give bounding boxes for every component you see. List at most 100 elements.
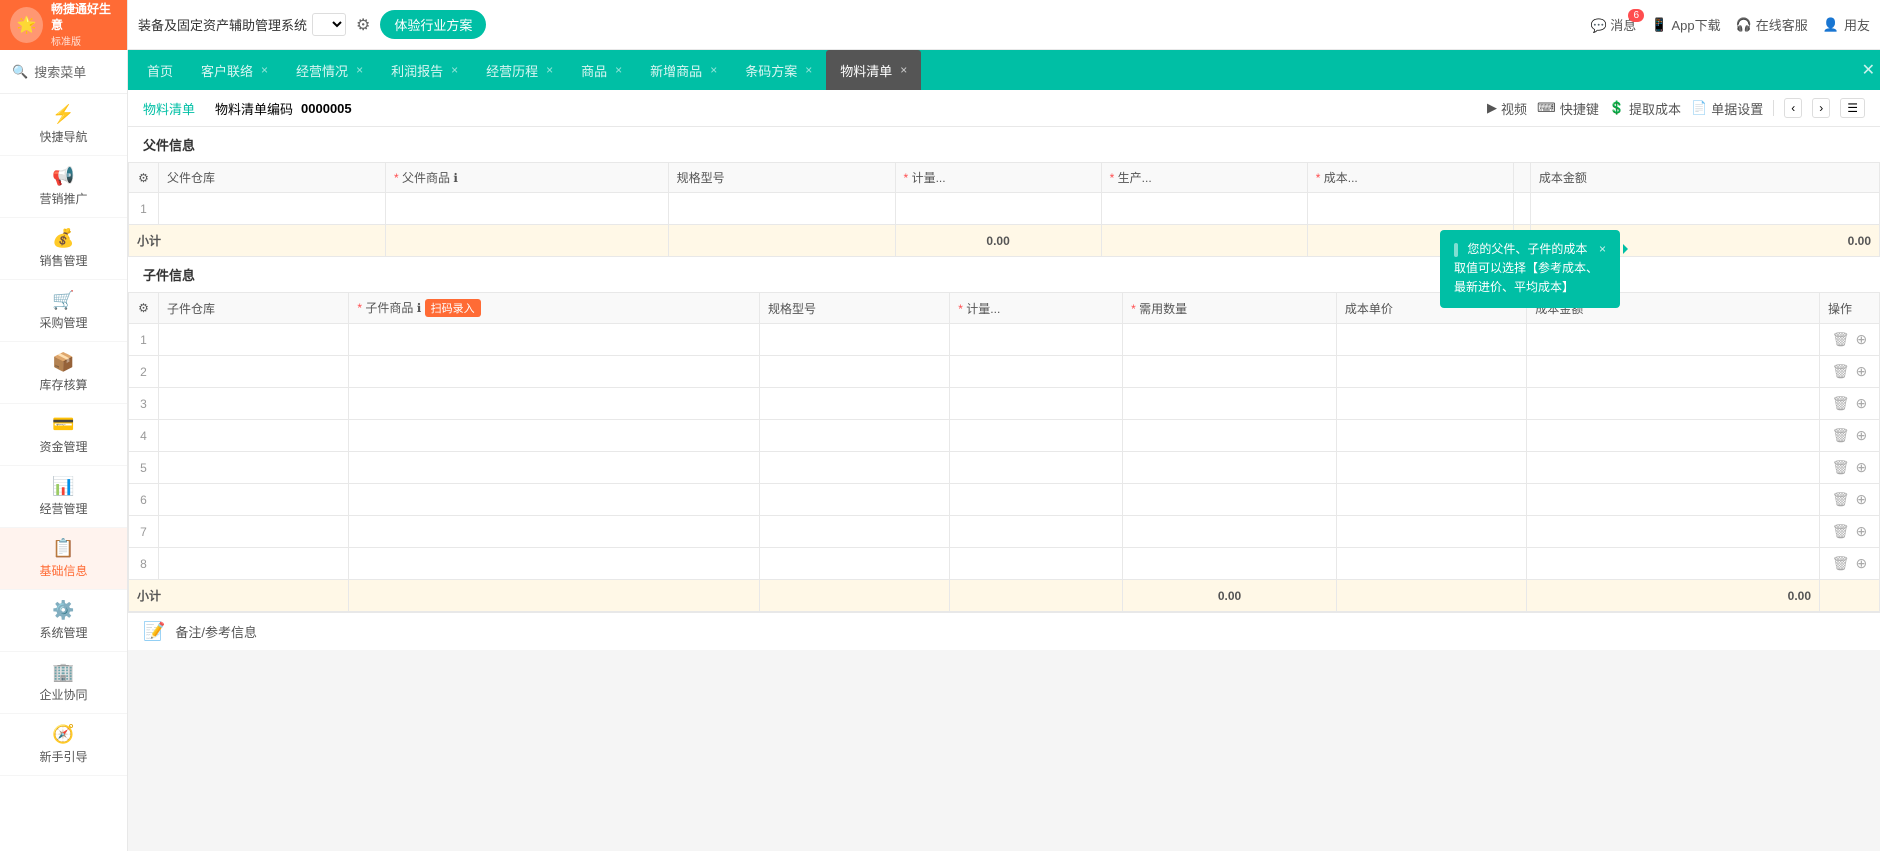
copy-icon-2[interactable]: ⊕ — [1856, 363, 1868, 380]
child-unitcost-cell-3[interactable] — [1336, 388, 1526, 420]
tab-operations[interactable]: 经营情况 × — [282, 50, 377, 90]
child-product-cell-1[interactable] — [349, 324, 760, 356]
child-amount-cell-3[interactable] — [1527, 388, 1820, 420]
child-unit-cell-3[interactable] — [950, 388, 1123, 420]
sidebar-item-marketing[interactable]: 📢 营销推广 — [0, 156, 127, 218]
child-warehouse-cell-1[interactable] — [159, 324, 349, 356]
delete-icon-8[interactable]: 🗑 — [1832, 555, 1850, 572]
child-quantity-cell-5[interactable] — [1123, 452, 1337, 484]
child-product-cell-5[interactable] — [349, 452, 760, 484]
child-unit-cell-7[interactable] — [950, 516, 1123, 548]
settings-button[interactable]: 📄 单据设置 — [1691, 99, 1763, 118]
shortcut-button[interactable]: ⌨ 快捷键 — [1537, 99, 1599, 118]
next-button[interactable]: › — [1812, 98, 1830, 118]
copy-icon-3[interactable]: ⊕ — [1856, 395, 1868, 412]
video-button[interactable]: ▶ 视频 — [1487, 99, 1527, 118]
parent-product-cell[interactable] — [385, 193, 668, 225]
sidebar-item-operation[interactable]: 📊 经营管理 — [0, 466, 127, 528]
search-menu-button[interactable]: 🔍 搜索菜单 — [8, 58, 119, 85]
close-all-tabs-button[interactable]: ✕ — [1862, 60, 1875, 80]
child-amount-cell-7[interactable] — [1527, 516, 1820, 548]
child-warehouse-cell-7[interactable] — [159, 516, 349, 548]
cost-button[interactable]: 💲 提取成本 — [1609, 99, 1681, 118]
tab-bom-close[interactable]: × — [900, 63, 907, 77]
tooltip-close-button[interactable]: × — [1599, 240, 1606, 259]
child-spec-cell-2[interactable] — [759, 356, 949, 388]
child-spec-cell-7[interactable] — [759, 516, 949, 548]
child-product-cell-6[interactable] — [349, 484, 760, 516]
child-unit-cell-2[interactable] — [950, 356, 1123, 388]
tab-products[interactable]: 商品 × — [567, 50, 636, 90]
child-unit-cell-1[interactable] — [950, 324, 1123, 356]
child-amount-cell-4[interactable] — [1527, 420, 1820, 452]
child-quantity-cell-2[interactable] — [1123, 356, 1337, 388]
sidebar-item-guide[interactable]: 🧭 新手引导 — [0, 714, 127, 776]
child-unitcost-cell-4[interactable] — [1336, 420, 1526, 452]
child-amount-cell-8[interactable] — [1527, 548, 1820, 580]
child-unit-cell-6[interactable] — [950, 484, 1123, 516]
child-spec-cell-5[interactable] — [759, 452, 949, 484]
sidebar-item-basic[interactable]: 📋 基础信息 — [0, 528, 127, 590]
tab-home[interactable]: 首页 — [133, 50, 187, 90]
delete-icon-6[interactable]: 🗑 — [1832, 491, 1850, 508]
parent-amount-cell[interactable] — [1530, 193, 1879, 225]
child-product-cell-2[interactable] — [349, 356, 760, 388]
child-warehouse-cell-5[interactable] — [159, 452, 349, 484]
delete-icon-4[interactable]: 🗑 — [1832, 427, 1850, 444]
child-warehouse-cell-4[interactable] — [159, 420, 349, 452]
child-spec-cell-1[interactable] — [759, 324, 949, 356]
parent-cost-cell[interactable] — [1307, 193, 1513, 225]
delete-icon-7[interactable]: 🗑 — [1832, 523, 1850, 540]
child-amount-cell-6[interactable] — [1527, 484, 1820, 516]
child-col-settings[interactable]: ⚙ — [129, 293, 159, 324]
tab-new-product-close[interactable]: × — [710, 63, 717, 77]
child-unitcost-cell-6[interactable] — [1336, 484, 1526, 516]
child-unit-cell-5[interactable] — [950, 452, 1123, 484]
tab-history[interactable]: 经营历程 × — [472, 50, 567, 90]
scan-badge[interactable]: 扫码录入 — [425, 299, 481, 317]
child-unitcost-cell-1[interactable] — [1336, 324, 1526, 356]
parent-unit-cell[interactable] — [895, 193, 1101, 225]
copy-icon-6[interactable]: ⊕ — [1856, 491, 1868, 508]
copy-icon-8[interactable]: ⊕ — [1856, 555, 1868, 572]
sidebar-item-system[interactable]: ⚙️ 系统管理 — [0, 590, 127, 652]
child-quantity-cell-4[interactable] — [1123, 420, 1337, 452]
tab-profit[interactable]: 利润报告 × — [377, 50, 472, 90]
child-product-cell-3[interactable] — [349, 388, 760, 420]
child-product-cell-7[interactable] — [349, 516, 760, 548]
parent-production-cell[interactable] — [1101, 193, 1307, 225]
child-unitcost-cell-7[interactable] — [1336, 516, 1526, 548]
copy-icon-4[interactable]: ⊕ — [1856, 427, 1868, 444]
system-select[interactable] — [312, 13, 346, 36]
tab-operations-close[interactable]: × — [356, 63, 363, 77]
child-spec-cell-8[interactable] — [759, 548, 949, 580]
service-button[interactable]: 🎧 在线客服 — [1736, 15, 1808, 34]
app-download-button[interactable]: 📱 App下载 — [1651, 15, 1720, 34]
copy-icon-1[interactable]: ⊕ — [1856, 331, 1868, 348]
tab-products-close[interactable]: × — [615, 63, 622, 77]
tab-barcode-close[interactable]: × — [805, 63, 812, 77]
user-button[interactable]: 👤 用友 — [1823, 15, 1870, 34]
tab-barcode[interactable]: 条码方案 × — [731, 50, 826, 90]
sidebar-item-sales[interactable]: 💰 销售管理 — [0, 218, 127, 280]
child-unit-cell-8[interactable] — [950, 548, 1123, 580]
list-view-button[interactable]: ☰ — [1840, 98, 1865, 118]
settings-icon[interactable]: ⚙ — [356, 15, 370, 35]
copy-icon-5[interactable]: ⊕ — [1856, 459, 1868, 476]
child-warehouse-cell-3[interactable] — [159, 388, 349, 420]
tab-history-close[interactable]: × — [546, 63, 553, 77]
child-quantity-cell-3[interactable] — [1123, 388, 1337, 420]
child-quantity-cell-6[interactable] — [1123, 484, 1337, 516]
tab-customers-close[interactable]: × — [261, 63, 268, 77]
tab-new-product[interactable]: 新增商品 × — [636, 50, 731, 90]
child-warehouse-cell-2[interactable] — [159, 356, 349, 388]
child-product-cell-4[interactable] — [349, 420, 760, 452]
prev-button[interactable]: ‹ — [1784, 98, 1802, 118]
sidebar-item-finance[interactable]: 💳 资金管理 — [0, 404, 127, 466]
child-unitcost-cell-8[interactable] — [1336, 548, 1526, 580]
child-quantity-cell-1[interactable] — [1123, 324, 1337, 356]
sidebar-item-purchase[interactable]: 🛒 采购管理 — [0, 280, 127, 342]
child-amount-cell-1[interactable] — [1527, 324, 1820, 356]
child-amount-cell-5[interactable] — [1527, 452, 1820, 484]
sidebar-item-enterprise[interactable]: 🏢 企业协同 — [0, 652, 127, 714]
